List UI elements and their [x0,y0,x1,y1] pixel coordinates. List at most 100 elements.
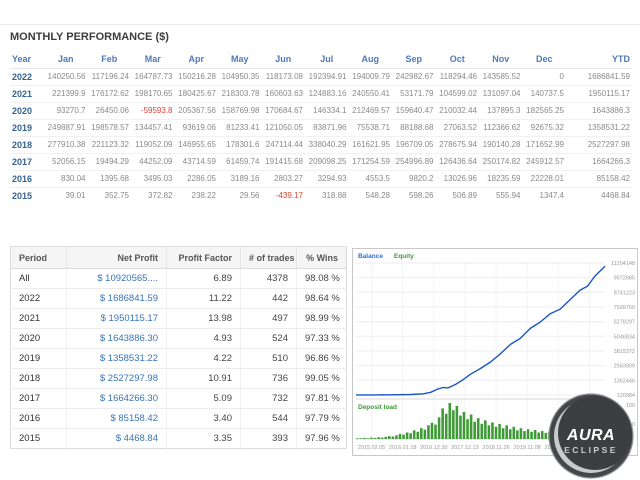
year-cell: 2022 [10,68,44,85]
profit-factor-cell: 3.40 [167,409,241,429]
summary-row: 2019$ 1358531.224.2251096.86 % [11,349,347,369]
month-cell: 26450.06 [88,102,132,119]
profit-factor-cell: 3.35 [167,429,241,449]
wins-cell: 97.96 % [297,429,347,449]
y-axis-label: 8741223 [614,290,635,296]
month-cell: 9820.2 [392,170,436,187]
month-cell: 209098.25 [305,153,349,170]
deposit-load-bar [402,435,405,439]
month-cell: -439.17 [262,187,306,204]
month-cell: 137895.3 [479,102,523,119]
month-cell: 242982.67 [392,68,436,85]
period-cell: 2021 [11,309,67,329]
month-cell: 93619.06 [175,119,219,136]
y-axis-label: 3815372 [614,349,635,355]
deposit-load-bar [459,416,462,439]
trades-cell: 732 [241,389,297,409]
period-cell: 2015 [11,429,67,449]
deposit-load-bar [527,429,530,439]
deposit-load-bar [530,432,533,439]
y-axis-label: 2583909 [614,364,635,370]
month-cell: 124883.16 [305,85,349,102]
deposit-load-bar [509,429,512,439]
month-cell: 218303.78 [218,85,262,102]
month-cell: 221123.32 [88,136,132,153]
y-axis-label: 7509760 [614,305,635,311]
month-cell: 4553.5 [349,170,393,187]
deposit-load-bar [473,422,476,439]
summary-header-row: PeriodNet ProfitProfit Factor# of trades… [11,247,347,269]
monthly-col-header: Jan [44,50,88,68]
deposit-load-bar [384,437,387,439]
summary-col-header: Net Profit [67,247,167,269]
monthly-row: 2019249887.91198578.57134457.4193619.068… [10,119,632,136]
month-cell: 158769.98 [218,102,262,119]
month-cell: 29.56 [218,187,262,204]
monthly-col-header: Nov [479,50,523,68]
net-profit-cell: $ 1950115.17 [67,309,167,329]
net-profit-cell: $ 1686841.59 [67,289,167,309]
monthly-col-header: Dec [523,50,567,68]
month-cell: 212469.57 [349,102,393,119]
deposit-load-bar [409,433,412,439]
month-cell: 118173.08 [262,68,306,85]
month-cell: 134457.41 [131,119,175,136]
deposit-load-bar [360,438,363,439]
deposit-load-bar [491,422,494,439]
month-cell: 93270.7 [44,102,88,119]
net-profit-cell: $ 1643886.30 [67,329,167,349]
month-cell: 178301.6 [218,136,262,153]
month-cell: 3294.93 [305,170,349,187]
logo-subtitle: ECLIPSE [564,445,618,455]
monthly-col-header: Feb [88,50,132,68]
month-cell: 318.88 [305,187,349,204]
month-cell: 39.01 [44,187,88,204]
monthly-row: 2021221399.9176172.62198170.65180425.672… [10,85,632,102]
deposit-load-bar [356,438,359,439]
net-profit-cell: $ 1358531.22 [67,349,167,369]
month-cell: 196709.05 [392,136,436,153]
x-axis-label: 2019.11.08 [514,445,541,451]
monthly-col-header: YTD [566,50,632,68]
ytd-cell: 1950115.17 [566,85,632,102]
deposit-load-bar [470,415,473,439]
monthly-col-header: Aug [349,50,393,68]
monthly-row: 2018277910.38221123.32119052.09146955.65… [10,136,632,153]
period-cell: 2022 [11,289,67,309]
month-cell: 548.28 [349,187,393,204]
summary-row: 2022$ 1686841.5911.2244298.64 % [11,289,347,309]
month-cell: 13026.96 [436,170,480,187]
month-cell: 338040.29 [305,136,349,153]
period-cell: 2016 [11,409,67,429]
month-cell: 146955.65 [175,136,219,153]
month-cell: 121050.05 [262,119,306,136]
net-profit-cell: $ 1664266.30 [67,389,167,409]
month-cell: 118294.46 [436,68,480,85]
month-cell: 18235.59 [479,170,523,187]
month-cell: 159640.47 [392,102,436,119]
monthly-col-header: Jul [305,50,349,68]
monthly-performance-title: MONTHLY PERFORMANCE ($) [10,31,632,43]
deposit-load-bar [520,428,523,439]
year-cell: 2020 [10,102,44,119]
month-cell: 210032.44 [436,102,480,119]
period-cell: 2017 [11,389,67,409]
legend-label: Equity [394,253,414,260]
aura-eclipse-logo: AURA ECLIPSE [548,393,634,479]
x-axis-label: 2016.12.30 [420,445,448,451]
profit-factor-cell: 13.98 [167,309,241,329]
month-cell: 278675.94 [436,136,480,153]
monthly-col-header: Apr [175,50,219,68]
trades-cell: 4378 [241,269,297,289]
deposit-load-bar [363,438,366,439]
year-cell: 2021 [10,85,44,102]
deposit-load-bar [445,414,448,439]
deposit-load-bar [374,438,377,439]
deposit-load-bar [484,420,487,439]
month-cell: 44252.09 [131,153,175,170]
monthly-col-header: May [218,50,262,68]
year-cell: 2017 [10,153,44,170]
deposit-load-bar [516,430,519,439]
wins-cell: 98.99 % [297,309,347,329]
month-cell: 1347.4 [523,187,567,204]
